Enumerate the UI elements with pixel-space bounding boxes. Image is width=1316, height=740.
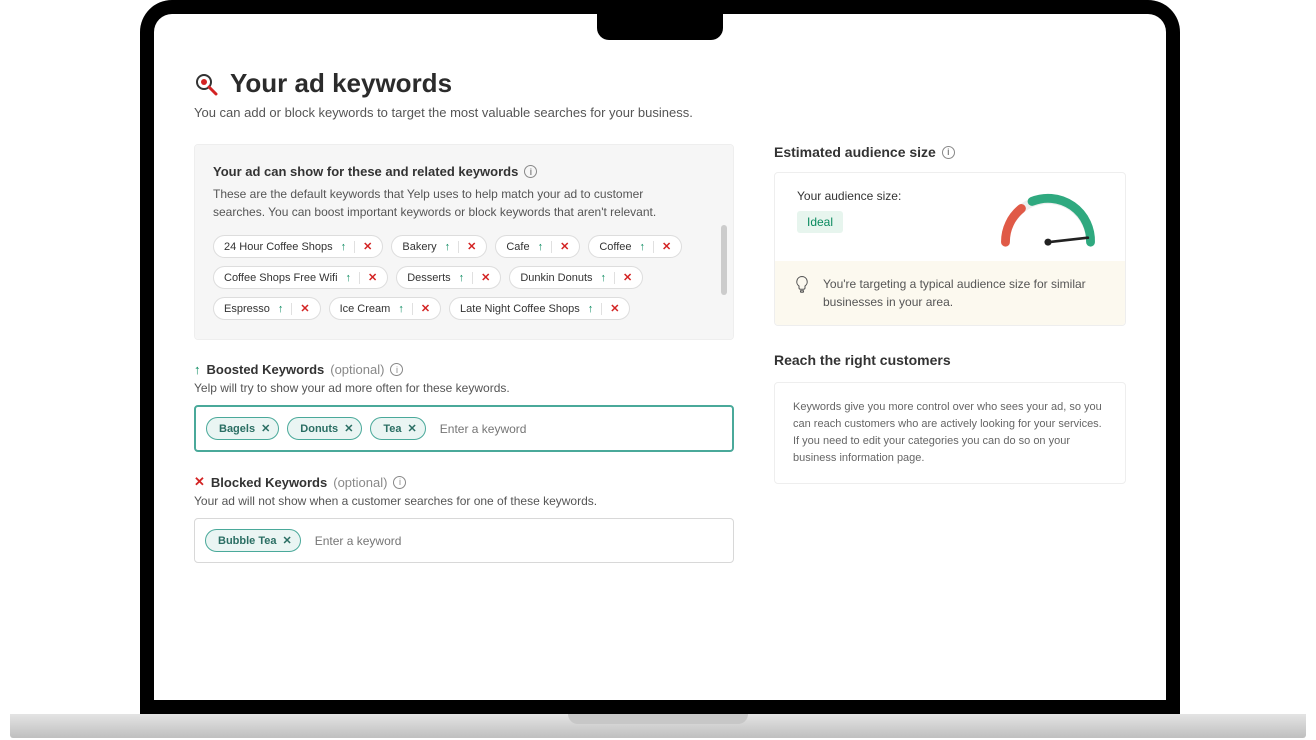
boost-button[interactable]: ↑ xyxy=(344,272,354,284)
tag-chip: Bagels ✕ xyxy=(206,417,279,440)
info-icon[interactable]: i xyxy=(390,363,403,376)
remove-tag-button[interactable]: ✕ xyxy=(344,422,353,435)
blocked-description: Your ad will not show when a customer se… xyxy=(194,494,734,508)
laptop-notch xyxy=(597,0,723,40)
remove-tag-button[interactable]: ✕ xyxy=(282,534,291,547)
audience-card: Your audience size: Ideal xyxy=(774,172,1126,326)
keyword-chip: Dunkin Donuts ↑ ✕ xyxy=(509,266,643,289)
laptop-frame: Your ad keywords You can add or block ke… xyxy=(140,0,1180,714)
keyword-chip: Bakery ↑ ✕ xyxy=(391,235,487,258)
keyword-label: Dunkin Donuts xyxy=(520,272,592,284)
boosted-input[interactable] xyxy=(434,418,722,440)
boosted-input-box[interactable]: Bagels ✕ Donuts ✕ Tea ✕ xyxy=(194,405,734,452)
boost-arrow-icon: ↑ xyxy=(194,362,201,377)
blocked-input-box[interactable]: Bubble Tea ✕ xyxy=(194,518,734,563)
boost-button[interactable]: ↑ xyxy=(339,241,349,253)
boost-button[interactable]: ↑ xyxy=(457,272,467,284)
boost-button[interactable]: ↑ xyxy=(638,241,648,253)
block-x-icon: ✕ xyxy=(194,474,205,490)
blocked-heading: Blocked Keywords xyxy=(211,475,327,490)
page-subtitle: You can add or block keywords to target … xyxy=(194,105,1126,120)
tag-chip: Tea ✕ xyxy=(370,417,425,440)
info-icon[interactable]: i xyxy=(393,476,406,489)
page-title: Your ad keywords xyxy=(230,68,452,99)
tag-chip: Donuts ✕ xyxy=(287,417,362,440)
block-button[interactable]: ✕ xyxy=(361,240,374,253)
tag-label: Tea xyxy=(383,423,401,435)
boost-button[interactable]: ↑ xyxy=(276,303,286,315)
audience-badge: Ideal xyxy=(797,211,843,233)
lightbulb-icon xyxy=(793,275,811,298)
block-button[interactable]: ✕ xyxy=(660,240,673,253)
yelp-magnifier-icon xyxy=(194,72,218,96)
audience-tip: You're targeting a typical audience size… xyxy=(823,275,1107,311)
boost-button[interactable]: ↑ xyxy=(586,303,596,315)
keyword-label: Desserts xyxy=(407,272,450,284)
keyword-chip: Late Night Coffee Shops ↑ ✕ xyxy=(449,297,630,320)
keyword-label: Coffee xyxy=(599,241,631,253)
keyword-chip: Coffee ↑ ✕ xyxy=(588,235,682,258)
tag-label: Bagels xyxy=(219,423,255,435)
tag-label: Bubble Tea xyxy=(218,535,276,547)
laptop-base xyxy=(10,714,1306,738)
blocked-optional: (optional) xyxy=(333,475,387,490)
keyword-label: Ice Cream xyxy=(340,303,391,315)
keyword-chip: Cafe ↑ ✕ xyxy=(495,235,580,258)
block-button[interactable]: ✕ xyxy=(621,271,634,284)
keyword-chip: Espresso ↑ ✕ xyxy=(213,297,321,320)
default-keywords-description: These are the default keywords that Yelp… xyxy=(213,185,693,221)
keyword-chip: Desserts ↑ ✕ xyxy=(396,266,501,289)
reach-body: Keywords give you more control over who … xyxy=(774,382,1126,484)
remove-tag-button[interactable]: ✕ xyxy=(408,422,417,435)
block-button[interactable]: ✕ xyxy=(479,271,492,284)
default-keywords-heading: Your ad can show for these and related k… xyxy=(213,164,518,179)
keyword-label: Bakery xyxy=(402,241,436,253)
block-button[interactable]: ✕ xyxy=(419,302,432,315)
keyword-label: Espresso xyxy=(224,303,270,315)
scrollbar[interactable] xyxy=(721,225,727,295)
block-button[interactable]: ✕ xyxy=(608,302,621,315)
block-button[interactable]: ✕ xyxy=(298,302,311,315)
boosted-optional: (optional) xyxy=(330,362,384,377)
keyword-chip: Coffee Shops Free Wifi ↑ ✕ xyxy=(213,266,388,289)
tag-label: Donuts xyxy=(300,423,338,435)
block-button[interactable]: ✕ xyxy=(366,271,379,284)
default-keyword-list: 24 Hour Coffee Shops↑✕Bakery↑✕Cafe↑✕Coff… xyxy=(213,235,715,325)
reach-heading: Reach the right customers xyxy=(774,352,1126,368)
blocked-input[interactable] xyxy=(309,530,723,552)
tag-chip: Bubble Tea ✕ xyxy=(205,529,301,552)
keyword-label: Late Night Coffee Shops xyxy=(460,303,580,315)
boosted-heading: Boosted Keywords xyxy=(207,362,325,377)
block-button[interactable]: ✕ xyxy=(465,240,478,253)
boost-button[interactable]: ↑ xyxy=(536,241,546,253)
keyword-label: Cafe xyxy=(506,241,529,253)
audience-heading: Estimated audience size xyxy=(774,144,936,160)
info-icon[interactable]: i xyxy=(524,165,537,178)
keyword-label: 24 Hour Coffee Shops xyxy=(224,241,333,253)
audience-label: Your audience size: xyxy=(797,189,901,203)
keyword-chip: Ice Cream ↑ ✕ xyxy=(329,297,441,320)
block-button[interactable]: ✕ xyxy=(558,240,571,253)
gauge-icon xyxy=(993,189,1103,251)
default-keywords-panel: Your ad can show for these and related k… xyxy=(195,145,733,339)
boosted-description: Yelp will try to show your ad more often… xyxy=(194,381,734,395)
boost-button[interactable]: ↑ xyxy=(599,272,609,284)
screen: Your ad keywords You can add or block ke… xyxy=(154,14,1166,700)
remove-tag-button[interactable]: ✕ xyxy=(261,422,270,435)
info-icon[interactable]: i xyxy=(942,146,955,159)
boost-button[interactable]: ↑ xyxy=(396,303,406,315)
keyword-chip: 24 Hour Coffee Shops ↑ ✕ xyxy=(213,235,383,258)
boost-button[interactable]: ↑ xyxy=(443,241,453,253)
keyword-label: Coffee Shops Free Wifi xyxy=(224,272,338,284)
